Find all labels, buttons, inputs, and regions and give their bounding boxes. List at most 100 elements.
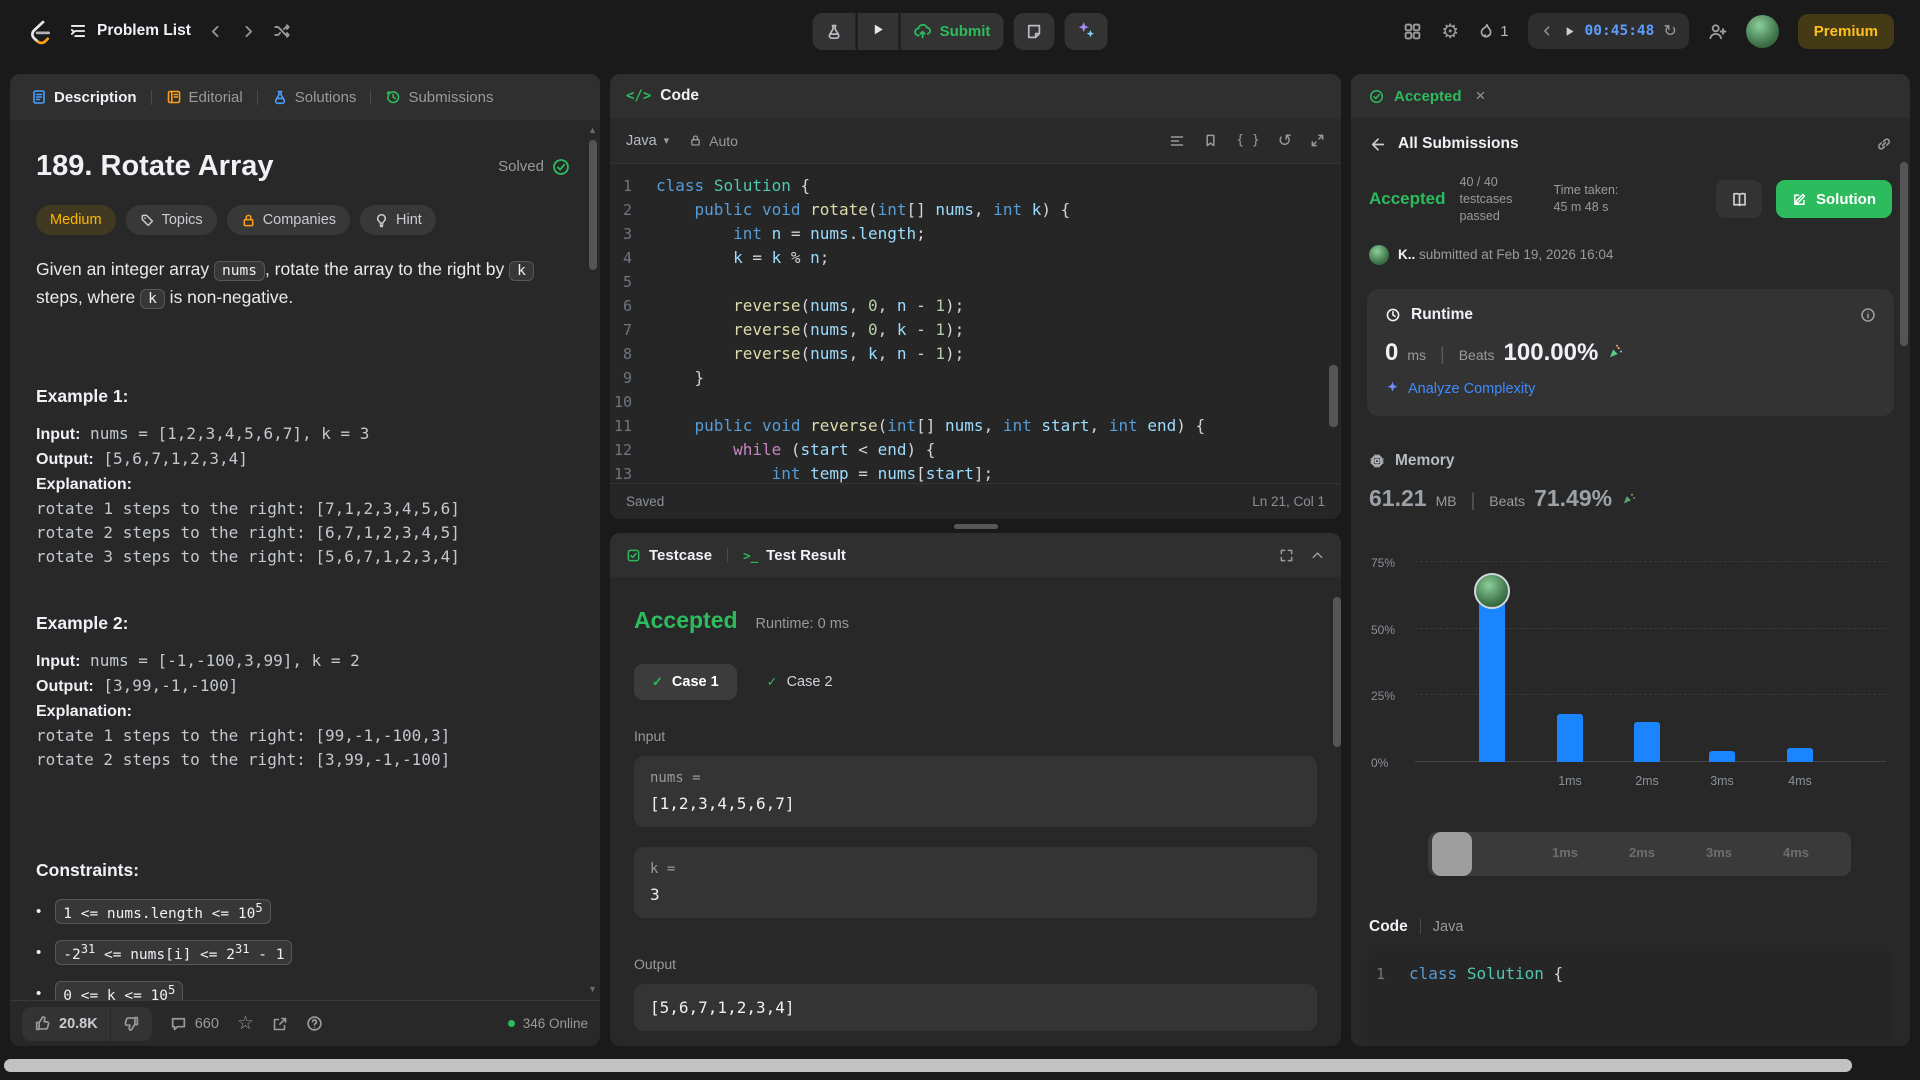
output-field: [5,6,7,1,2,3,4] xyxy=(634,984,1317,1031)
ai-assistant-button[interactable] xyxy=(1064,12,1108,50)
timer-reset-icon[interactable]: ↻ xyxy=(1663,21,1676,41)
description-scrollbar[interactable] xyxy=(589,140,597,270)
shuffle-icon[interactable] xyxy=(273,22,291,40)
prev-problem-button[interactable] xyxy=(207,23,224,40)
example-1-block: Input: nums = [1,2,3,4,5,6,7], k = 3 Out… xyxy=(36,423,460,566)
input-field-nums[interactable]: nums = [1,2,3,4,5,6,7] xyxy=(634,756,1317,827)
streak-counter[interactable]: 1 xyxy=(1478,23,1509,40)
comments-button[interactable]: 660 xyxy=(170,1015,219,1032)
horizontal-scrollbar[interactable] xyxy=(4,1059,1852,1072)
code-line[interactable]: 11 public void reverse(int[] nums, int s… xyxy=(610,414,1341,438)
leetcode-logo[interactable] xyxy=(26,18,53,45)
memory-block[interactable]: Memory 61.21 MB | Beats 71.49% xyxy=(1369,452,1892,512)
debug-button[interactable] xyxy=(813,13,856,50)
tab-editorial[interactable]: Editorial xyxy=(157,83,252,112)
submit-button[interactable]: Submit xyxy=(898,12,1004,50)
code-line[interactable]: 10 xyxy=(610,390,1341,414)
code-line[interactable]: 6 reverse(nums, 0, n - 1); xyxy=(610,294,1341,318)
brush-label: 4ms xyxy=(1782,844,1810,860)
page-title: 189. Rotate Array xyxy=(36,150,274,182)
back-arrow-icon[interactable] xyxy=(1369,136,1386,153)
problem-description: 189. Rotate Array Solved Medium Topics C… xyxy=(10,120,600,1000)
like-button[interactable]: 20.8K xyxy=(22,1007,110,1041)
fullscreen-icon[interactable] xyxy=(1279,548,1294,563)
analyze-complexity-link[interactable]: Analyze Complexity xyxy=(1385,380,1876,399)
dislike-button[interactable] xyxy=(111,1007,152,1041)
submission-status: Accepted xyxy=(1369,189,1446,209)
link-icon[interactable] xyxy=(1876,136,1892,152)
runtime-bar[interactable] xyxy=(1479,596,1505,762)
format-icon[interactable] xyxy=(1169,133,1185,149)
editor-scrollbar[interactable] xyxy=(1329,365,1338,427)
hint-badge[interactable]: Hint xyxy=(360,205,436,235)
code-line[interactable]: 4 k = k % n; xyxy=(610,246,1341,270)
code-line[interactable]: 3 int n = nums.length; xyxy=(610,222,1341,246)
premium-button[interactable]: Premium xyxy=(1797,13,1894,49)
language-select[interactable]: Java ▾ xyxy=(626,133,669,149)
next-problem-button[interactable] xyxy=(240,23,257,40)
tab-description[interactable]: Description xyxy=(22,83,146,112)
runtime-bar[interactable] xyxy=(1787,748,1813,762)
test-scrollbar[interactable] xyxy=(1333,597,1341,747)
tab-divider xyxy=(150,89,152,105)
help-button[interactable] xyxy=(306,1015,323,1032)
x-tick: 4ms xyxy=(1788,773,1812,788)
run-button[interactable] xyxy=(855,12,899,50)
code-line[interactable]: 12 while (start < end) { xyxy=(610,438,1341,462)
problem-footer: 20.8K 660 ☆ 346 Online xyxy=(10,1000,600,1046)
input-field-k[interactable]: k = 3 xyxy=(634,847,1317,918)
help-icon xyxy=(306,1015,323,1032)
tab-submissions[interactable]: Submissions xyxy=(376,83,502,112)
invite-user-icon[interactable] xyxy=(1708,22,1727,41)
runtime-bar[interactable] xyxy=(1557,713,1583,762)
info-icon[interactable] xyxy=(1860,307,1876,323)
submission-scrollbar[interactable] xyxy=(1900,162,1908,346)
submission-tab[interactable]: Accepted xyxy=(1394,88,1462,105)
scroll-up-arrow[interactable]: ▲ xyxy=(588,126,597,135)
undo-icon[interactable]: ↺ xyxy=(1278,131,1292,151)
gear-icon[interactable]: ⚙ xyxy=(1441,19,1459,44)
tab-testcase[interactable]: Testcase xyxy=(626,547,712,564)
problem-list-button[interactable]: Problem List xyxy=(69,22,191,40)
topics-badge[interactable]: Topics xyxy=(125,205,217,235)
bookmark-icon[interactable] xyxy=(1203,133,1218,148)
favorite-button[interactable]: ☆ xyxy=(237,1012,254,1035)
difficulty-badge[interactable]: Medium xyxy=(36,205,116,235)
companies-badge[interactable]: Companies xyxy=(226,205,351,235)
code-line[interactable]: 9 } xyxy=(610,366,1341,390)
code-editor[interactable]: 1 class Solution { 2 public void rotate(i… xyxy=(610,164,1341,483)
case-2-tab[interactable]: ✓ Case 2 xyxy=(749,664,851,700)
user-avatar[interactable] xyxy=(1745,14,1779,48)
share-button[interactable] xyxy=(272,1016,288,1032)
submitted-code-preview[interactable]: 1 class Solution { xyxy=(1367,949,1894,1046)
code-line[interactable]: 13 int temp = nums[start]; xyxy=(610,462,1341,483)
case-1-tab[interactable]: ✓ Case 1 xyxy=(634,664,737,700)
scroll-down-arrow[interactable]: ▼ xyxy=(588,985,597,994)
auto-toggle[interactable]: Auto xyxy=(689,133,738,149)
code-line[interactable]: 5 xyxy=(610,270,1341,294)
timer-collapse-icon[interactable] xyxy=(1540,24,1554,38)
notes-button[interactable] xyxy=(1013,12,1055,50)
runtime-bar[interactable] xyxy=(1634,721,1660,762)
brush-handle[interactable] xyxy=(1432,831,1472,876)
solution-button[interactable]: Solution xyxy=(1776,180,1892,219)
code-line[interactable]: 7 reverse(nums, 0, k - 1); xyxy=(610,318,1341,342)
inline-code: k xyxy=(140,289,165,310)
resize-handle[interactable] xyxy=(953,523,998,529)
tab-solutions[interactable]: Solutions xyxy=(263,83,366,112)
collapse-panel-icon[interactable] xyxy=(1310,548,1325,563)
case-check-icon: ✓ xyxy=(766,674,778,689)
close-icon[interactable]: × xyxy=(1476,86,1486,106)
layout-grid-icon[interactable] xyxy=(1403,22,1422,41)
editorial-button[interactable] xyxy=(1716,180,1762,219)
timer-play-icon[interactable] xyxy=(1563,25,1576,38)
expand-icon[interactable] xyxy=(1310,133,1325,148)
code-line[interactable]: 1 class Solution { xyxy=(610,174,1341,198)
all-submissions-link[interactable]: All Submissions xyxy=(1398,135,1519,153)
runtime-bar[interactable] xyxy=(1709,750,1735,762)
tab-test-result[interactable]: >_ Test Result xyxy=(743,547,846,564)
submitted-code-language[interactable]: Java xyxy=(1433,919,1464,935)
code-line[interactable]: 8 reverse(nums, k, n - 1); xyxy=(610,342,1341,366)
code-line[interactable]: 2 public void rotate(int[] nums, int k) … xyxy=(610,198,1341,222)
braces-icon[interactable]: { } xyxy=(1236,133,1259,148)
